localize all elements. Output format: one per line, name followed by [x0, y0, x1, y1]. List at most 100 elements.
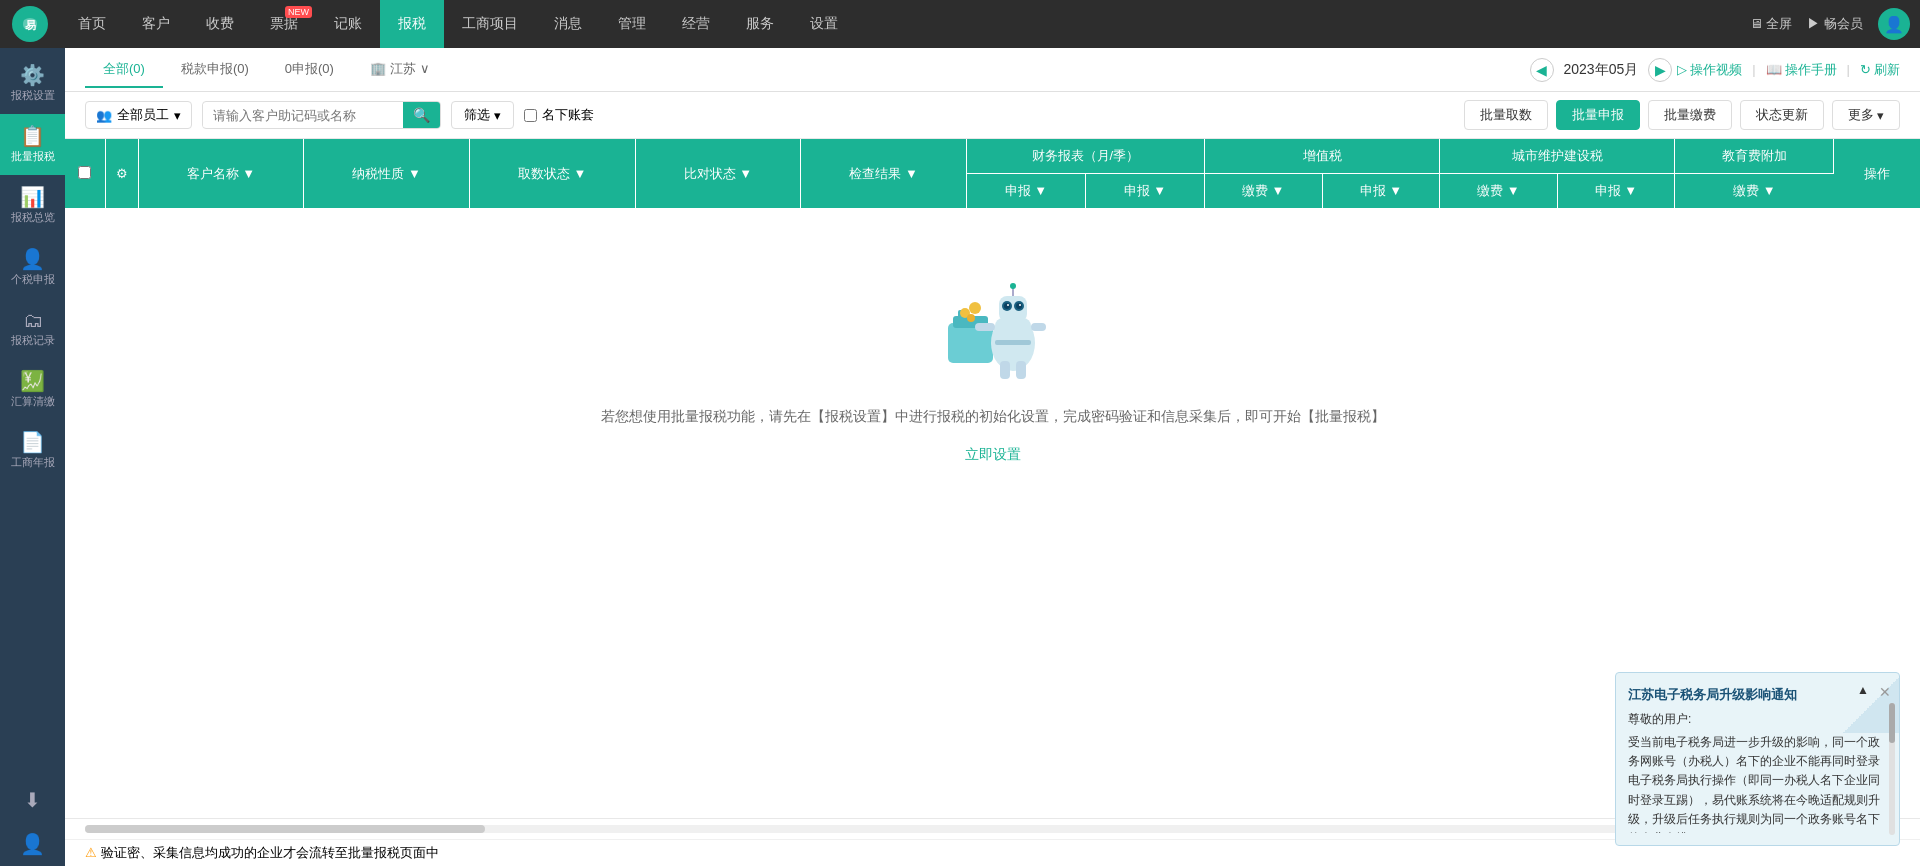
- fetch-status-header[interactable]: 取数状态 ▼: [469, 139, 635, 208]
- nav-client[interactable]: 客户: [124, 0, 188, 48]
- sidebar-bottom: ⬇ 👤: [0, 778, 65, 866]
- refresh-btn[interactable]: ↻ 刷新: [1860, 61, 1900, 79]
- notification-panel: ✕ ▲ 江苏电子税务局升级影响通知 尊敬的用户: 受当前电子税务局进一步升级的影…: [1615, 672, 1900, 846]
- filter-dropdown-btn[interactable]: 筛选 ▾: [451, 101, 514, 129]
- book-icon: 📖: [1766, 62, 1782, 77]
- search-input[interactable]: [203, 104, 403, 127]
- annual-report-icon: 📄: [20, 432, 45, 452]
- tab-tax-declare[interactable]: 税款申报(0): [163, 52, 267, 88]
- right-buttons: 批量取数 批量申报 批量缴费 状态更新 更多 ▾: [1464, 100, 1900, 130]
- svg-rect-23: [995, 340, 1031, 345]
- nav-accounting[interactable]: 记账: [316, 0, 380, 48]
- nav-invoice[interactable]: 票据 NEW: [252, 0, 316, 48]
- batch-declare-btn[interactable]: 批量申报: [1556, 100, 1640, 130]
- nav-business[interactable]: 工商项目: [444, 0, 536, 48]
- employee-filter-icon: 👥: [96, 108, 112, 123]
- sidebar-item-annual-report[interactable]: 📄 工商年报: [0, 420, 65, 481]
- nav-settings[interactable]: 设置: [792, 0, 856, 48]
- batch-fetch-btn[interactable]: 批量取数: [1464, 100, 1548, 130]
- prev-period-btn[interactable]: ◀: [1530, 58, 1554, 82]
- svg-text:易: 易: [25, 19, 36, 31]
- video-link[interactable]: ▷ 操作视频: [1677, 61, 1742, 79]
- scrollbar-handle: [1889, 703, 1895, 743]
- nav-service[interactable]: 服务: [728, 0, 792, 48]
- edu-pay-header[interactable]: 缴费 ▼: [1675, 174, 1834, 209]
- svg-point-18: [1010, 283, 1016, 289]
- edu-fee-header: 教育费附加: [1675, 139, 1834, 174]
- nav-operation[interactable]: 经营: [664, 0, 728, 48]
- check-result-header[interactable]: 检查结果 ▼: [801, 139, 967, 208]
- sidebar-label-tax-settings: 报税设置: [11, 89, 55, 102]
- tab-section: 全部(0) 税款申报(0) 0申报(0) 🏢 江苏 ∨: [85, 52, 1525, 88]
- more-btn[interactable]: 更多 ▾: [1832, 100, 1900, 130]
- sidebar-item-tax-overview[interactable]: 📊 报税总览: [0, 175, 65, 236]
- sidebar-item-annual-settlement[interactable]: 💹 汇算清缴: [0, 359, 65, 420]
- sidebar-item-batch-tax[interactable]: 📋 批量报税: [0, 114, 65, 175]
- account-checkbox-label[interactable]: 名下账套: [524, 106, 594, 124]
- next-period-btn[interactable]: ▶: [1648, 58, 1672, 82]
- operation-header: 操作: [1834, 139, 1920, 208]
- city-declare-header[interactable]: 申报 ▼: [1322, 174, 1440, 209]
- settings-header: ⚙: [105, 139, 138, 208]
- table-body: 若您想使用批量报税功能，请先在【报税设置】中进行报税的初始化设置，完成密码验证和…: [65, 208, 1920, 524]
- financial-declare-header[interactable]: 申报 ▼: [966, 174, 1085, 209]
- svg-point-7: [967, 314, 975, 322]
- client-name-header[interactable]: 客户名称 ▼: [138, 139, 304, 208]
- city-pay-header[interactable]: 缴费 ▼: [1440, 174, 1558, 209]
- sidebar-item-personal-tax[interactable]: 👤 个税申报: [0, 237, 65, 298]
- status-update-btn[interactable]: 状态更新: [1740, 100, 1824, 130]
- sidebar-item-profile[interactable]: 👤: [0, 822, 65, 866]
- sidebar-item-tax-record[interactable]: 🗂 报税记录: [0, 298, 65, 359]
- notification-content: 受当前电子税务局进一步升级的影响，同一个政务网账号（办税人）名下的企业不能再同时…: [1628, 733, 1887, 833]
- avatar[interactable]: 👤: [1878, 8, 1910, 40]
- manual-link[interactable]: 📖 操作手册: [1766, 61, 1837, 79]
- svg-rect-22: [1016, 361, 1026, 379]
- svg-rect-19: [975, 323, 995, 331]
- select-all-checkbox[interactable]: [78, 166, 91, 179]
- search-button[interactable]: 🔍: [403, 102, 440, 128]
- sidebar-label-personal-tax: 个税申报: [11, 273, 55, 286]
- vip-btn[interactable]: ▶ 畅会员: [1807, 15, 1863, 33]
- header-row-1: ⚙ 客户名称 ▼ 纳税性质 ▼ 取数状态 ▼ 比对状态 ▼: [65, 139, 1920, 174]
- tax-nature-header[interactable]: 纳税性质 ▼: [304, 139, 470, 208]
- warning-icon: ⚠: [85, 845, 97, 860]
- sidebar-label-tax-record: 报税记录: [11, 334, 55, 347]
- vat-pay-header[interactable]: 缴费 ▼: [1204, 174, 1322, 209]
- robot-svg: [933, 268, 1053, 388]
- nav-tax[interactable]: 报税: [380, 0, 444, 48]
- svg-point-16: [1019, 304, 1021, 306]
- notification-scrollbar-track[interactable]: [1889, 703, 1895, 835]
- vat-declare-header[interactable]: 申报 ▼: [1085, 174, 1204, 209]
- personal-tax-icon: 👤: [20, 249, 45, 269]
- tax-record-icon: 🗂: [23, 310, 43, 330]
- refresh-icon: ↻: [1860, 62, 1871, 77]
- logo[interactable]: 易: [10, 4, 50, 44]
- svg-rect-21: [1000, 361, 1010, 379]
- tab-jiangsu[interactable]: 🏢 江苏 ∨: [352, 52, 448, 88]
- sidebar-label-annual-settlement: 汇算清缴: [11, 395, 55, 408]
- financial-report-header: 财务报表（月/季）: [966, 139, 1204, 174]
- nav-manage[interactable]: 管理: [600, 0, 664, 48]
- tab-all[interactable]: 全部(0): [85, 52, 163, 88]
- account-checkbox[interactable]: [524, 109, 537, 122]
- sidebar-item-download[interactable]: ⬇: [0, 778, 65, 822]
- tab-zero-declare[interactable]: 0申报(0): [267, 52, 352, 88]
- employee-filter[interactable]: 👥 全部员工 ▾: [85, 101, 192, 129]
- notification-scroll-up[interactable]: ▲: [1857, 681, 1869, 700]
- profile-icon: 👤: [20, 834, 45, 854]
- empty-message: 若您想使用批量报税功能，请先在【报税设置】中进行报税的初始化设置，完成密码验证和…: [601, 408, 1385, 426]
- fullscreen-btn[interactable]: 🖥 全屏: [1750, 15, 1793, 33]
- svg-point-14: [1016, 303, 1022, 309]
- notification-close-btn[interactable]: ✕: [1879, 681, 1891, 703]
- nav-home[interactable]: 首页: [60, 0, 124, 48]
- annual-settlement-icon: 💹: [20, 371, 45, 391]
- setup-link[interactable]: 立即设置: [965, 446, 1021, 464]
- nav-fee[interactable]: 收费: [188, 0, 252, 48]
- employee-filter-label: 全部员工: [117, 106, 169, 124]
- right-panel-actions: ▷ 操作视频 | 📖 操作手册 | ↻ 刷新: [1677, 61, 1900, 79]
- nav-message[interactable]: 消息: [536, 0, 600, 48]
- batch-pay-btn[interactable]: 批量缴费: [1648, 100, 1732, 130]
- sidebar-item-tax-settings[interactable]: ⚙️ 报税设置: [0, 53, 65, 114]
- edu-declare-header[interactable]: 申报 ▼: [1557, 174, 1675, 209]
- compare-status-header[interactable]: 比对状态 ▼: [635, 139, 801, 208]
